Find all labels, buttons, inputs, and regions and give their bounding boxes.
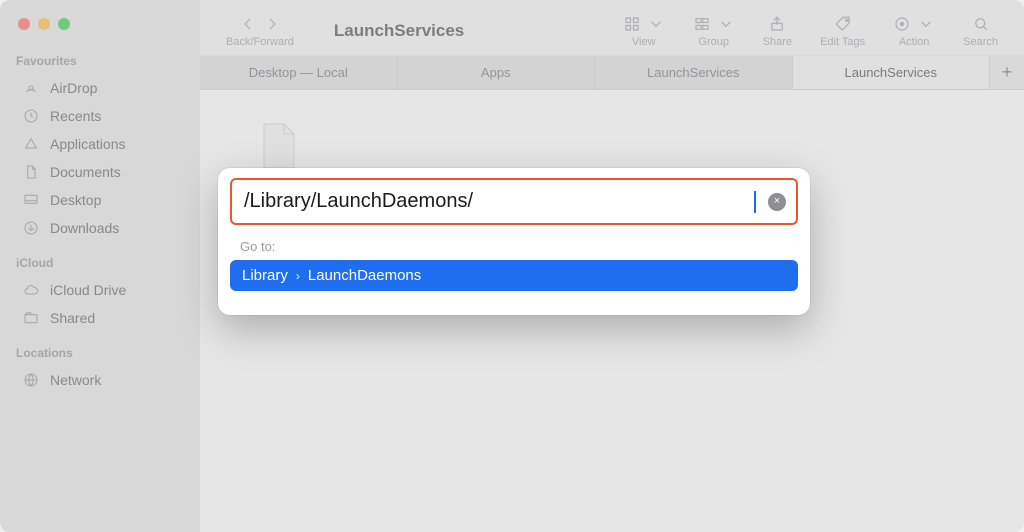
sidebar-item-airdrop[interactable]: AirDrop: [16, 74, 190, 102]
desktop-icon: [22, 191, 40, 209]
sidebar: Favourites AirDrop Recents Applications …: [0, 0, 200, 532]
airdrop-icon: [22, 79, 40, 97]
sidebar-item-label: Network: [50, 372, 101, 388]
sidebar-item-label: Shared: [50, 310, 95, 326]
close-window-button[interactable]: [18, 18, 30, 30]
sidebar-item-label: Applications: [50, 136, 126, 152]
tab-apps[interactable]: Apps: [398, 56, 596, 89]
finder-window: Favourites AirDrop Recents Applications …: [0, 0, 1024, 532]
go-to-folder-dialog: × Go to: Library › LaunchDaemons: [218, 168, 810, 315]
window-title-block: LaunchServices: [310, 21, 488, 41]
toolbar-share[interactable]: Share: [751, 13, 804, 48]
sidebar-item-recents[interactable]: Recents: [16, 102, 190, 130]
sidebar-section-locations: Locations Network: [0, 342, 200, 404]
toolbar-view[interactable]: View: [611, 13, 677, 48]
suggestion-segment: Library: [242, 267, 288, 284]
cloud-icon: [22, 281, 40, 299]
download-icon: [22, 219, 40, 237]
toolbar-group[interactable]: Group: [681, 13, 747, 48]
file-item[interactable]: [258, 122, 298, 170]
sidebar-item-network[interactable]: Network: [16, 366, 190, 394]
share-icon: [768, 15, 786, 33]
goto-path-input[interactable]: [244, 190, 755, 213]
search-icon: [972, 15, 990, 33]
chevron-down-icon: [917, 15, 935, 33]
toolbar-label: Search: [963, 36, 998, 48]
document-icon: [22, 163, 40, 181]
sidebar-section-icloud: iCloud iCloud Drive Shared: [0, 252, 200, 342]
toolbar-search[interactable]: Search: [951, 13, 1010, 48]
sidebar-item-applications[interactable]: Applications: [16, 130, 190, 158]
sidebar-item-label: Downloads: [50, 220, 119, 236]
window-title: LaunchServices: [334, 21, 464, 41]
grid-icon: [623, 15, 641, 33]
toolbar: Back/Forward LaunchServices View Group: [200, 0, 1024, 56]
clock-icon: [22, 107, 40, 125]
sidebar-item-documents[interactable]: Documents: [16, 158, 190, 186]
minimize-window-button[interactable]: [38, 18, 50, 30]
chevron-down-icon: [717, 15, 735, 33]
sidebar-item-label: Recents: [50, 108, 101, 124]
sidebar-item-label: Desktop: [50, 192, 101, 208]
chevron-down-icon: [647, 15, 665, 33]
suggestion-segment: LaunchDaemons: [308, 267, 421, 284]
sidebar-item-label: Documents: [50, 164, 121, 180]
goto-label: Go to:: [240, 239, 798, 254]
tab-launchservices-1[interactable]: LaunchServices: [595, 56, 793, 89]
sidebar-section-favourites: Favourites AirDrop Recents Applications …: [0, 50, 200, 252]
clear-input-button[interactable]: ×: [768, 193, 786, 211]
goto-suggestion[interactable]: Library › LaunchDaemons: [230, 260, 798, 291]
tag-icon: [834, 15, 852, 33]
goto-input-wrap[interactable]: ×: [230, 178, 798, 225]
sidebar-heading: iCloud: [16, 256, 190, 270]
group-icon: [693, 15, 711, 33]
applications-icon: [22, 135, 40, 153]
sidebar-item-label: AirDrop: [50, 80, 97, 96]
toolbar-label: Back/Forward: [226, 36, 294, 48]
chevron-right-icon: [263, 15, 281, 33]
text-caret: [754, 191, 756, 213]
toolbar-label: View: [632, 36, 656, 48]
tab-launchservices-2[interactable]: LaunchServices: [793, 56, 991, 89]
new-tab-button[interactable]: +: [990, 56, 1024, 89]
network-icon: [22, 371, 40, 389]
window-controls: [0, 12, 200, 50]
sidebar-item-shared[interactable]: Shared: [16, 304, 190, 332]
toolbar-label: Edit Tags: [820, 36, 865, 48]
toolbar-label: Share: [763, 36, 792, 48]
shared-folder-icon: [22, 309, 40, 327]
action-icon: [893, 15, 911, 33]
toolbar-label: Group: [698, 36, 729, 48]
chevron-left-icon: [239, 15, 257, 33]
toolbar-label: Action: [899, 36, 930, 48]
tab-bar: Desktop — Local Apps LaunchServices Laun…: [200, 56, 1024, 90]
sidebar-item-label: iCloud Drive: [50, 282, 126, 298]
nav-back-forward[interactable]: Back/Forward: [214, 13, 306, 48]
fullscreen-window-button[interactable]: [58, 18, 70, 30]
sidebar-heading: Locations: [16, 346, 190, 360]
sidebar-item-desktop[interactable]: Desktop: [16, 186, 190, 214]
file-icon: [258, 122, 298, 170]
tab-desktop-local[interactable]: Desktop — Local: [200, 56, 398, 89]
toolbar-action[interactable]: Action: [881, 13, 947, 48]
toolbar-edit-tags[interactable]: Edit Tags: [808, 13, 877, 48]
sidebar-item-icloud-drive[interactable]: iCloud Drive: [16, 276, 190, 304]
chevron-right-icon: ›: [296, 269, 300, 283]
sidebar-item-downloads[interactable]: Downloads: [16, 214, 190, 242]
sidebar-heading: Favourites: [16, 54, 190, 68]
